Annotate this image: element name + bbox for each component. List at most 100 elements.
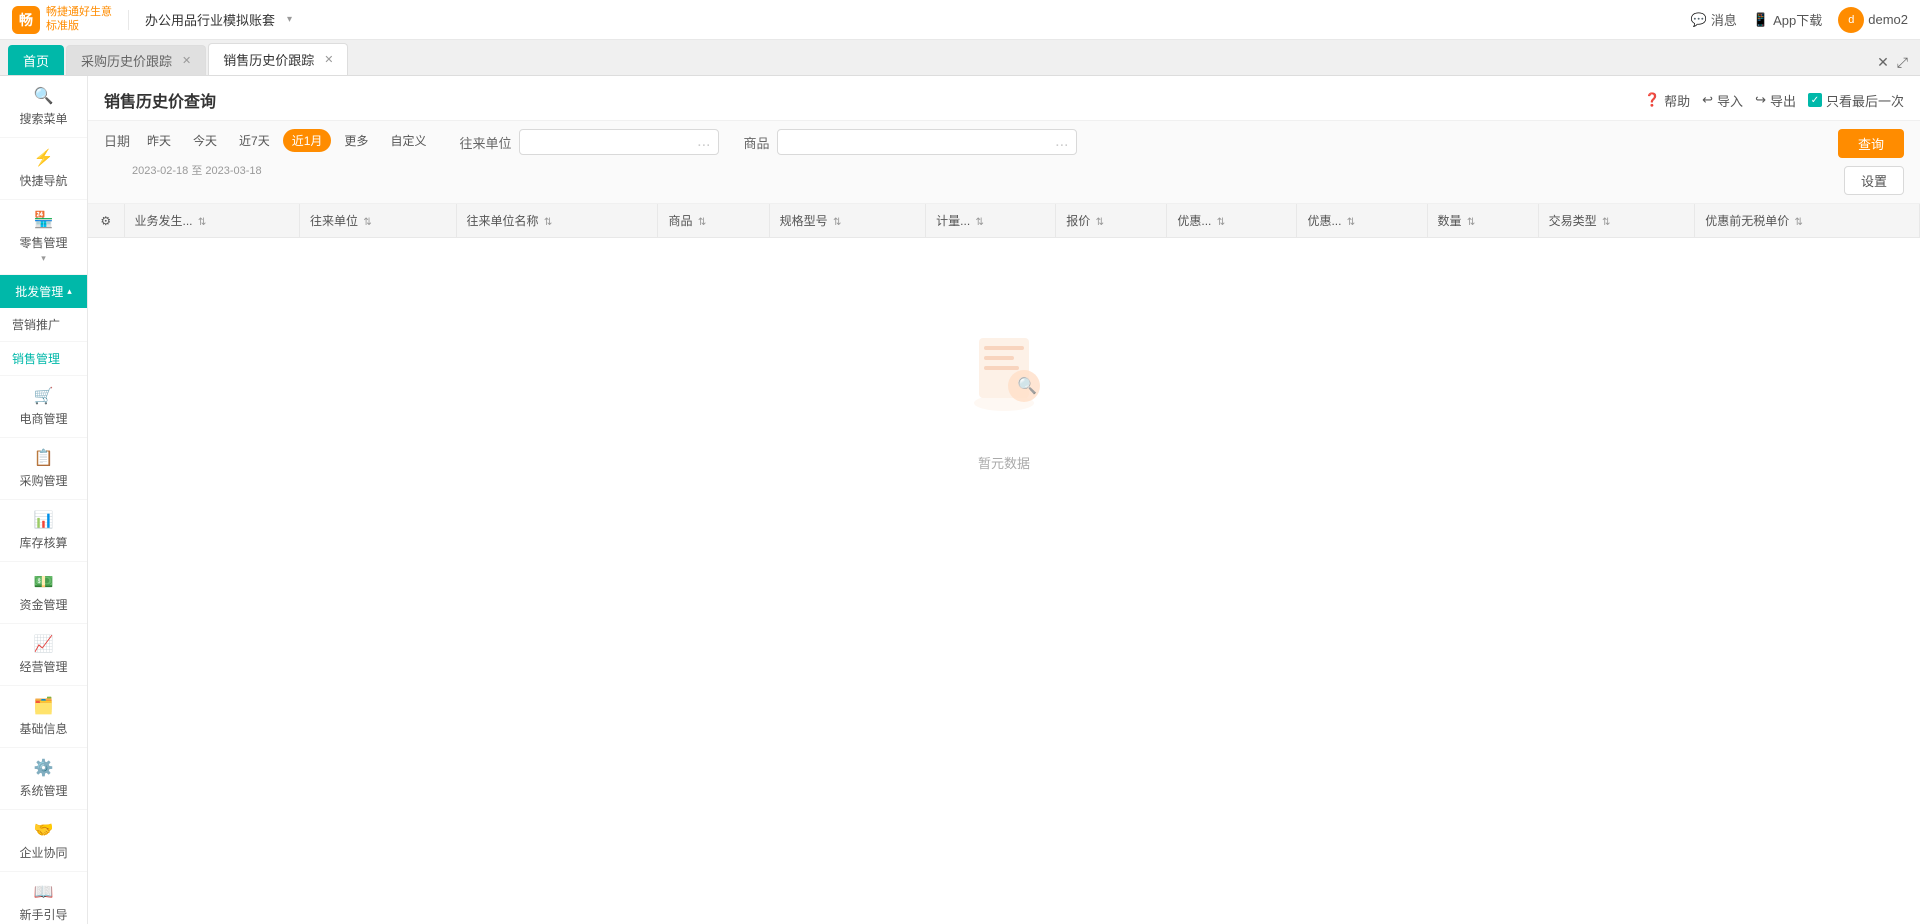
sort-icon-spec: ⇅ bbox=[833, 217, 841, 228]
settings-button[interactable]: 设置 bbox=[1844, 166, 1904, 195]
th-trade-type[interactable]: 交易类型 ⇅ bbox=[1538, 204, 1695, 238]
sidebar-item-marketing[interactable]: 营销推广 bbox=[0, 308, 87, 342]
th-partner-name[interactable]: 往来单位名称 ⇅ bbox=[456, 204, 658, 238]
sidebar-item-basic[interactable]: 🗂️ 基础信息 bbox=[0, 686, 87, 748]
maximize-button[interactable]: ⤢ bbox=[1897, 54, 1908, 71]
sort-icon-discount1: ⇅ bbox=[1217, 217, 1225, 228]
date-filter-label: 日期 bbox=[104, 131, 130, 150]
logo-area: 畅 畅捷通好生意 标准版 bbox=[12, 6, 112, 34]
sidebar: 🔍 搜索菜单 ⚡ 快捷导航 🏪 零售管理 ▾ 批发管理 ▴ 营销推广 销售管理 … bbox=[0, 76, 88, 924]
date-buttons: 昨天 今天 近7天 近1月 更多 自定义 bbox=[138, 129, 435, 152]
sidebar-item-sales-mgmt[interactable]: 销售管理 bbox=[0, 342, 87, 376]
date-btn-1month[interactable]: 近1月 bbox=[283, 129, 332, 152]
th-biz-date[interactable]: 业务发生... ⇅ bbox=[124, 204, 299, 238]
sidebar-item-enterprise[interactable]: 🤝 企业协同 bbox=[0, 810, 87, 872]
th-spec[interactable]: 规格型号 ⇅ bbox=[769, 204, 926, 238]
divider bbox=[128, 10, 129, 30]
inventory-icon: 📊 bbox=[34, 510, 54, 530]
date-btn-yesterday[interactable]: 昨天 bbox=[138, 129, 180, 152]
th-discount1[interactable]: 优惠... ⇅ bbox=[1167, 204, 1297, 238]
th-unit[interactable]: 计量... ⇅ bbox=[926, 204, 1056, 238]
sidebar-item-purchase[interactable]: 📋 采购管理 bbox=[0, 438, 87, 500]
sort-icon-partner-code: ⇅ bbox=[363, 217, 371, 228]
date-btn-custom[interactable]: 自定义 bbox=[381, 129, 435, 152]
goods-input-trigger[interactable]: ... bbox=[1055, 133, 1068, 151]
topbar: 畅 畅捷通好生意 标准版 办公用品行业模拟账套 ▾ 💬 消息 📱 App下载 d… bbox=[0, 0, 1920, 40]
tab-home[interactable]: 首页 bbox=[8, 45, 64, 75]
system-icon: ⚙️ bbox=[34, 758, 54, 778]
partner-input-trigger[interactable]: ... bbox=[697, 133, 710, 151]
help-button[interactable]: ❓ 帮助 bbox=[1644, 91, 1690, 110]
page-container: 销售历史价查询 ❓ 帮助 ↩ 导入 ↪ 导出 ✓ bbox=[88, 76, 1920, 924]
message-button[interactable]: 💬 消息 bbox=[1691, 10, 1737, 29]
help-icon: ❓ bbox=[1644, 92, 1660, 108]
sidebar-item-guide[interactable]: 📖 新手引导 bbox=[0, 872, 87, 924]
empty-text: 暂元数据 bbox=[978, 453, 1030, 472]
th-discount2[interactable]: 优惠... ⇅ bbox=[1297, 204, 1427, 238]
sort-icon-pretax-price: ⇅ bbox=[1795, 217, 1803, 228]
th-partner-code[interactable]: 往来单位 ⇅ bbox=[299, 204, 456, 238]
enterprise-icon: 🤝 bbox=[34, 820, 54, 840]
date-range-display: 2023-02-18 至 2023-03-18 bbox=[132, 162, 262, 178]
date-btn-7days[interactable]: 近7天 bbox=[230, 129, 279, 152]
partner-input-field[interactable] bbox=[528, 135, 697, 149]
date-btn-more[interactable]: 更多 bbox=[335, 129, 377, 152]
avatar: d bbox=[1838, 7, 1864, 33]
query-button[interactable]: 查询 bbox=[1838, 129, 1904, 158]
th-settings[interactable]: ⚙ bbox=[88, 204, 124, 238]
sidebar-item-wholesale[interactable]: 批发管理 ▴ bbox=[0, 275, 87, 308]
page-header: 销售历史价查询 ❓ 帮助 ↩ 导入 ↪ 导出 ✓ bbox=[88, 76, 1920, 121]
sidebar-item-search[interactable]: 🔍 搜索菜单 bbox=[0, 76, 87, 138]
app-download-button[interactable]: 📱 App下载 bbox=[1753, 10, 1822, 29]
download-icon: 📱 bbox=[1753, 12, 1769, 28]
th-pretax-price[interactable]: 优惠前无税单价 ⇅ bbox=[1695, 204, 1920, 238]
sidebar-item-business[interactable]: 📈 经营管理 bbox=[0, 624, 87, 686]
shortcut-icon: ⚡ bbox=[34, 148, 54, 168]
checkbox-checked-icon: ✓ bbox=[1808, 93, 1822, 107]
tab-sales-history[interactable]: 销售历史价跟踪 ✕ bbox=[208, 43, 348, 75]
only-last-checkbox[interactable]: ✓ 只看最后一次 bbox=[1808, 91, 1904, 110]
purchase-history-tab-label: 采购历史价跟踪 bbox=[81, 51, 172, 70]
table-header-row: ⚙ 业务发生... ⇅ 往来单位 ⇅ 往来单位名称 bbox=[88, 204, 1920, 238]
table-settings-icon[interactable]: ⚙ bbox=[100, 214, 111, 228]
sort-icon-quote: ⇅ bbox=[1096, 217, 1104, 228]
partner-filter-input[interactable]: ... bbox=[519, 129, 719, 155]
content-area: 销售历史价查询 ❓ 帮助 ↩ 导入 ↪ 导出 ✓ bbox=[88, 76, 1920, 924]
sort-icon-quantity: ⇅ bbox=[1467, 217, 1475, 228]
user-profile[interactable]: d demo2 bbox=[1838, 7, 1908, 33]
sidebar-item-retail[interactable]: 🏪 零售管理 ▾ bbox=[0, 200, 87, 275]
filter-section: 日期 昨天 今天 近7天 近1月 更多 自定义 2023-02-18 至 202… bbox=[88, 121, 1920, 204]
page-title: 销售历史价查询 bbox=[104, 88, 216, 112]
sidebar-item-shortcut[interactable]: ⚡ 快捷导航 bbox=[0, 138, 87, 200]
purchase-icon: 📋 bbox=[34, 448, 54, 468]
close-all-tabs-button[interactable]: ✕ bbox=[1877, 54, 1889, 71]
purchase-history-tab-close[interactable]: ✕ bbox=[182, 54, 191, 67]
th-goods[interactable]: 商品 ⇅ bbox=[658, 204, 769, 238]
home-tab-label: 首页 bbox=[23, 51, 49, 70]
sidebar-item-finance[interactable]: 💵 资金管理 bbox=[0, 562, 87, 624]
sidebar-item-system[interactable]: ⚙️ 系统管理 bbox=[0, 748, 87, 810]
tab-purchase-history[interactable]: 采购历史价跟踪 ✕ bbox=[66, 45, 206, 75]
sort-icon-trade-type: ⇅ bbox=[1602, 217, 1610, 228]
date-btn-today[interactable]: 今天 bbox=[184, 129, 226, 152]
goods-input-field[interactable] bbox=[786, 135, 1055, 149]
table-area: ⚙ 业务发生... ⇅ 往来单位 ⇅ 往来单位名称 bbox=[88, 204, 1920, 552]
logo-icon: 畅 bbox=[12, 6, 40, 34]
goods-filter-label: 商品 bbox=[743, 133, 769, 152]
wholesale-arrow-icon: ▴ bbox=[67, 286, 72, 297]
sidebar-item-ecommerce[interactable]: 🛒 电商管理 bbox=[0, 376, 87, 438]
goods-filter-group: 商品 ... bbox=[743, 129, 1077, 155]
finance-icon: 💵 bbox=[34, 572, 54, 592]
app-name-dropdown[interactable]: ▾ bbox=[287, 14, 292, 25]
empty-state: 🔍 暂元数据 bbox=[88, 238, 1920, 552]
sort-icon-biz-date: ⇅ bbox=[198, 217, 206, 228]
import-button[interactable]: ↩ 导入 bbox=[1702, 91, 1743, 110]
th-quote[interactable]: 报价 ⇅ bbox=[1056, 204, 1167, 238]
empty-icon: 🔍 bbox=[954, 318, 1054, 437]
goods-filter-input[interactable]: ... bbox=[777, 129, 1077, 155]
sales-history-tab-close[interactable]: ✕ bbox=[324, 53, 333, 66]
sidebar-item-inventory[interactable]: 📊 库存核算 bbox=[0, 500, 87, 562]
sort-icon-unit: ⇅ bbox=[976, 217, 984, 228]
th-quantity[interactable]: 数量 ⇅ bbox=[1427, 204, 1538, 238]
export-button[interactable]: ↪ 导出 bbox=[1755, 91, 1796, 110]
